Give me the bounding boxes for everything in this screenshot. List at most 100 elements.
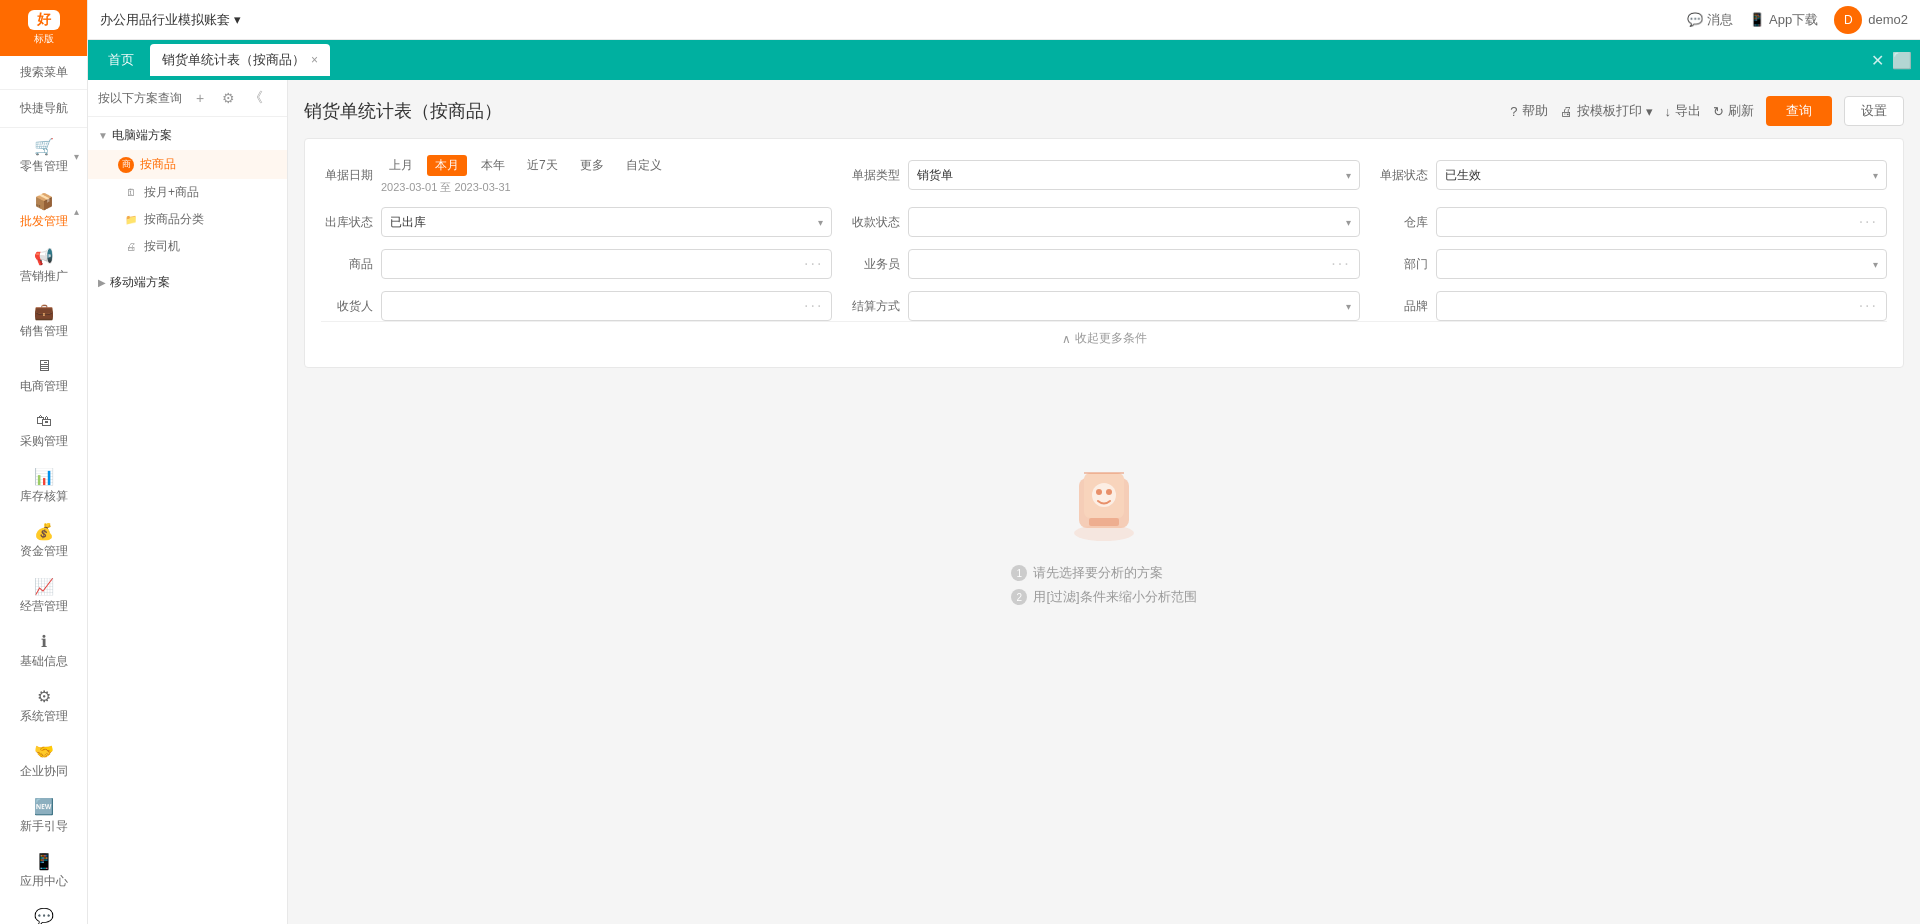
sidebar-menu-item-wholesale[interactable]: 📦 批发管理 ▴: [0, 183, 87, 238]
quick-nav-label[interactable]: 快捷导航: [20, 94, 68, 123]
department-control[interactable]: ▾: [1436, 249, 1887, 279]
query-button[interactable]: 查询: [1766, 96, 1832, 126]
retail-arrow: ▾: [74, 150, 79, 161]
system-icon: ⚙: [34, 686, 54, 706]
plan-header-pc[interactable]: ▼ 电脑端方案: [88, 121, 287, 150]
sidebar-menu-item-corpwechat[interactable]: 💬 企业微信: [0, 898, 87, 924]
window-maximize-icon[interactable]: ⬜: [1892, 51, 1912, 70]
collection-status-control[interactable]: ▾: [908, 207, 1359, 237]
corpwechat-icon: 💬: [34, 906, 54, 924]
payment-method-control[interactable]: ▾: [908, 291, 1359, 321]
sidebar-menu-item-inventory[interactable]: 📊 库存核算: [0, 458, 87, 513]
date-tab-last-month[interactable]: 上月: [381, 155, 421, 176]
settings-button[interactable]: 设置: [1844, 96, 1904, 126]
plan-sub-item-by-month-product[interactable]: 🗓 按月+商品: [88, 179, 287, 206]
settings-plan-button[interactable]: ⚙: [218, 88, 238, 108]
finance-icon: 💰: [34, 521, 54, 541]
sidebar-menu-item-appcenter[interactable]: 📱 应用中心: [0, 843, 87, 898]
template-dropdown-icon: ▾: [234, 12, 241, 27]
tab-active[interactable]: 销货单统计表（按商品） ×: [150, 44, 330, 76]
product-dots-icon: ···: [804, 255, 823, 273]
app-download-button[interactable]: 📱 App下载: [1749, 11, 1818, 29]
date-tab-custom[interactable]: 自定义: [618, 155, 670, 176]
doc-status-value: 已生效: [1445, 167, 1481, 184]
date-tab-this-month[interactable]: 本月: [427, 155, 467, 176]
sidebar-menu-item-enterprise[interactable]: 🤝 企业协同: [0, 733, 87, 788]
sidebar-menu-item-ecommerce[interactable]: 🖥 电商管理: [0, 348, 87, 403]
print-button[interactable]: 🖨 按模板打印 ▾: [1560, 102, 1653, 120]
out-status-value: 已出库: [390, 214, 426, 231]
warehouse-control[interactable]: ···: [1436, 207, 1887, 237]
date-tab-more[interactable]: 更多: [572, 155, 612, 176]
industry-template-select[interactable]: 办公用品行业模拟账套 ▾: [100, 11, 241, 29]
sidebar-menu-item-basic[interactable]: ℹ 基础信息: [0, 623, 87, 678]
sidebar-menu-item-purchase[interactable]: 🛍 采购管理: [0, 403, 87, 458]
search-menu-label[interactable]: 搜索菜单: [20, 64, 68, 81]
date-tab-this-year[interactable]: 本年: [473, 155, 513, 176]
page-actions: ? 帮助 🖨 按模板打印 ▾ ↓ 导出 ↻ 刷新: [1510, 96, 1904, 126]
filter-item-doc-status: 单据状态 已生效 ▾: [1376, 160, 1887, 190]
recipient-control[interactable]: ···: [381, 291, 832, 321]
top-bar: 办公用品行业模拟账套 ▾ 💬 消息 📱 App下载 D demo2: [88, 0, 1920, 40]
brand-control[interactable]: ···: [1436, 291, 1887, 321]
export-button[interactable]: ↓ 导出: [1665, 102, 1702, 120]
left-panel: 按以下方案查询 + ⚙ 《 ▼ 电脑端方案 商 按商品 🗓: [88, 80, 288, 924]
filter-item-collection-status: 收款状态 ▾: [848, 207, 1359, 237]
sidebar-menu-item-sales[interactable]: 💼 销售管理: [0, 293, 87, 348]
refresh-button[interactable]: ↻ 刷新: [1713, 102, 1754, 120]
department-dropdown-icon: ▾: [1873, 259, 1878, 270]
add-plan-button[interactable]: +: [190, 88, 210, 108]
salesperson-control[interactable]: ···: [908, 249, 1359, 279]
plan-sub-item-by-category[interactable]: 📁 按商品分类: [88, 206, 287, 233]
system-label: 系统管理: [20, 708, 68, 725]
doc-type-control[interactable]: 销货单 ▾: [908, 160, 1359, 190]
warehouse-dots-icon: ···: [1859, 213, 1878, 231]
sidebar-menu-item-system[interactable]: ⚙ 系统管理: [0, 678, 87, 733]
pc-section-label: 电脑端方案: [112, 127, 172, 144]
window-close-icon[interactable]: ✕: [1871, 51, 1884, 70]
by-category-label: 按商品分类: [144, 211, 204, 228]
purchase-label: 采购管理: [20, 433, 68, 450]
sidebar-search[interactable]: 搜索菜单: [0, 56, 87, 90]
date-tab-7days[interactable]: 近7天: [519, 155, 566, 176]
by-month-product-label: 按月+商品: [144, 184, 199, 201]
doc-status-control[interactable]: 已生效 ▾: [1436, 160, 1887, 190]
enterprise-icon: 🤝: [34, 741, 54, 761]
tab-close-icon[interactable]: ×: [311, 53, 318, 67]
basic-icon: ℹ: [34, 631, 54, 651]
sidebar-menu-item-finance[interactable]: 💰 资金管理: [0, 513, 87, 568]
user-profile[interactable]: D demo2: [1834, 6, 1908, 34]
collapse-button[interactable]: ∧ 收起更多条件: [1050, 326, 1159, 351]
filter-item-department: 部门 ▾: [1376, 249, 1887, 279]
empty-tip-2-text: 用[过滤]条件来缩小分析范围: [1033, 588, 1196, 606]
wholesale-label: 批发管理: [20, 213, 68, 230]
retail-label: 零售管理: [20, 158, 68, 175]
message-label: 消息: [1707, 11, 1733, 29]
help-button[interactable]: ? 帮助: [1510, 102, 1547, 120]
content-area: 按以下方案查询 + ⚙ 《 ▼ 电脑端方案 商 按商品 🗓: [88, 80, 1920, 924]
out-status-control[interactable]: 已出库 ▾: [381, 207, 832, 237]
filter-item-warehouse: 仓库 ···: [1376, 207, 1887, 237]
collapse-panel-button[interactable]: 《: [246, 88, 266, 108]
plan-item-by-product[interactable]: 商 按商品: [88, 150, 287, 179]
filter-row-2: 出库状态 已出库 ▾ 收款状态 ▾ 仓库: [321, 207, 1887, 237]
marketing-label: 营销推广: [20, 268, 68, 285]
message-button[interactable]: 💬 消息: [1687, 11, 1733, 29]
sidebar-menu-item-newuser[interactable]: 🆕 新手引导: [0, 788, 87, 843]
print-label: 按模板打印: [1577, 102, 1642, 120]
sidebar-menu-item-operations[interactable]: 📈 经营管理: [0, 568, 87, 623]
warehouse-label: 仓库: [1376, 214, 1428, 231]
empty-state: 1 请先选择要分析的方案 2 用[过滤]条件来缩小分析范围: [304, 368, 1904, 686]
tab-home[interactable]: 首页: [96, 44, 146, 76]
logo-area: 好 标版: [0, 0, 87, 56]
plan-sub-item-by-printer[interactable]: 🖨 按司机: [88, 233, 287, 260]
operations-icon: 📈: [34, 576, 54, 596]
marketing-icon: 📢: [34, 246, 54, 266]
sidebar-menu-item-marketing[interactable]: 📢 营销推广: [0, 238, 87, 293]
by-month-product-icon: 🗓: [124, 186, 138, 200]
product-control[interactable]: ···: [381, 249, 832, 279]
sidebar-menu-item-retail[interactable]: 🛒 零售管理 ▾: [0, 128, 87, 183]
plan-header-mobile[interactable]: ▶ 移动端方案: [88, 268, 287, 297]
app-download-label: App下载: [1769, 11, 1818, 29]
sales-label: 销售管理: [20, 323, 68, 340]
